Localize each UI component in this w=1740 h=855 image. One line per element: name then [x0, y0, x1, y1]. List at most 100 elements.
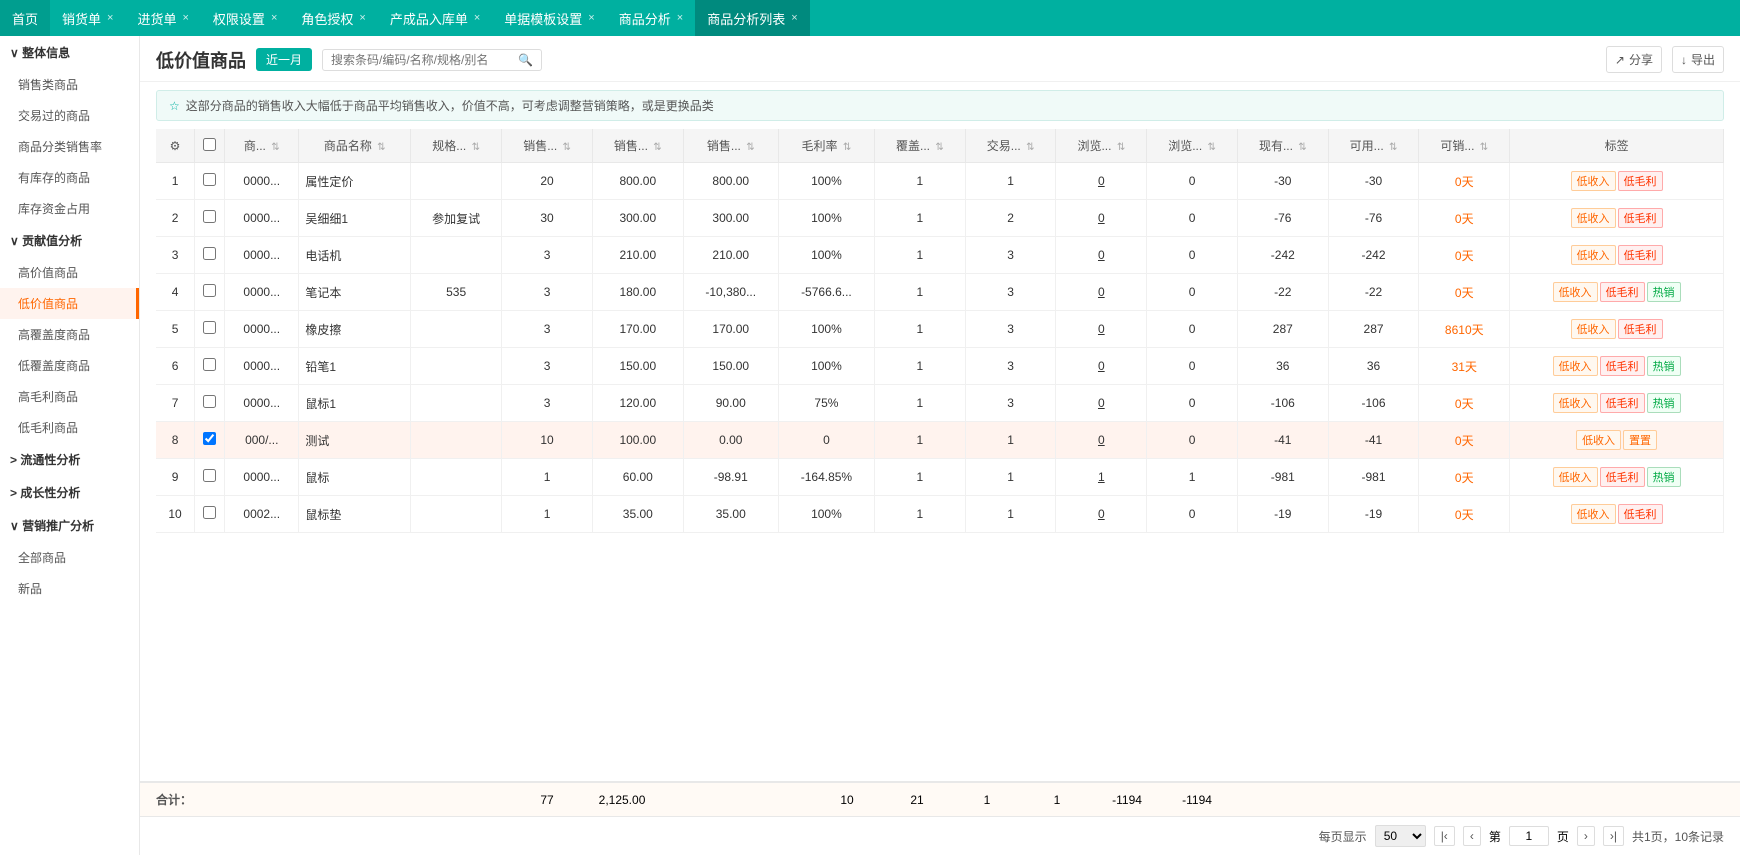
- sidebar-item[interactable]: 高毛利商品: [0, 381, 139, 412]
- sidebar-group-header[interactable]: ∨ 营销推广分析: [0, 509, 139, 542]
- col-sales-amt: 销售... ⇅: [592, 129, 683, 163]
- nav-item[interactable]: 商品分析列表×: [695, 0, 809, 36]
- nav-close-icon[interactable]: ×: [677, 12, 683, 24]
- chevron-icon: ∨: [10, 46, 19, 60]
- sidebar-item[interactable]: 低毛利商品: [0, 412, 139, 443]
- nav-close-icon[interactable]: ×: [791, 12, 797, 24]
- row-name: 笔记本: [299, 274, 411, 311]
- sidebar-item[interactable]: 商品分类销售率: [0, 131, 139, 162]
- row-sales-qty: 1: [502, 459, 593, 496]
- row-current: -76: [1237, 200, 1328, 237]
- sidebar-group-header[interactable]: > 流通性分析: [0, 443, 139, 476]
- time-filter-button[interactable]: 近一月: [256, 48, 312, 71]
- tag: 低收入: [1571, 245, 1616, 265]
- search-input[interactable]: [331, 53, 518, 67]
- row-checkbox-cell[interactable]: [195, 163, 225, 200]
- sidebar-item[interactable]: 库存资金占用: [0, 193, 139, 224]
- nav-close-icon[interactable]: ×: [271, 12, 277, 24]
- row-checkbox[interactable]: [203, 284, 216, 297]
- tag: 低收入: [1553, 282, 1598, 302]
- share-button[interactable]: ↗ 分享: [1606, 46, 1662, 73]
- row-checkbox-cell[interactable]: [195, 459, 225, 496]
- nav-close-icon[interactable]: ×: [359, 12, 365, 24]
- export-button[interactable]: ↓ 导出: [1672, 46, 1724, 73]
- row-checkbox[interactable]: [203, 173, 216, 186]
- row-checkbox[interactable]: [203, 321, 216, 334]
- page-number-input[interactable]: [1509, 826, 1549, 846]
- select-all-checkbox[interactable]: [203, 138, 216, 151]
- sidebar-item[interactable]: 有库存的商品: [0, 162, 139, 193]
- row-checkbox-cell[interactable]: [195, 496, 225, 533]
- nav-close-icon[interactable]: ×: [588, 12, 594, 24]
- sidebar-item[interactable]: 低覆盖度商品: [0, 350, 139, 381]
- row-tags: 低收入低毛利: [1510, 163, 1724, 200]
- nav-item[interactable]: 首页: [0, 0, 50, 36]
- sidebar-item[interactable]: 高价值商品: [0, 257, 139, 288]
- row-trade: 1: [965, 163, 1056, 200]
- nav-item[interactable]: 单据模板设置×: [492, 0, 606, 36]
- row-checkbox[interactable]: [203, 469, 216, 482]
- nav-close-icon[interactable]: ×: [474, 12, 480, 24]
- sidebar-group-header[interactable]: ∨ 整体信息: [0, 36, 139, 69]
- first-page-button[interactable]: |‹: [1434, 826, 1455, 846]
- nav-item[interactable]: 销货单×: [50, 0, 125, 36]
- sidebar-group-header[interactable]: ∨ 贡献值分析: [0, 224, 139, 257]
- nav-item[interactable]: 角色授权×: [289, 0, 377, 36]
- sidebar-item[interactable]: 新品: [0, 573, 139, 604]
- sidebar-group-header[interactable]: > 成长性分析: [0, 476, 139, 509]
- nav-item[interactable]: 产成品入库单×: [378, 0, 492, 36]
- page-label: 第: [1489, 828, 1501, 845]
- row-checkbox[interactable]: [203, 247, 216, 260]
- row-gross-rate: 100%: [778, 496, 874, 533]
- row-checkbox[interactable]: [203, 358, 216, 371]
- row-coverage: 1: [875, 385, 966, 422]
- row-checkbox[interactable]: [203, 210, 216, 223]
- table-row: 2 0000... 吴细细1 参加复试 30 300.00 300.00 100…: [156, 200, 1724, 237]
- search-icon[interactable]: 🔍: [518, 53, 533, 67]
- sidebar-item[interactable]: 交易过的商品: [0, 100, 139, 131]
- search-box: 🔍: [322, 49, 542, 71]
- row-checkbox-cell[interactable]: [195, 200, 225, 237]
- tag: 热销: [1647, 467, 1681, 487]
- prev-page-button[interactable]: ‹: [1463, 826, 1481, 846]
- row-checkbox[interactable]: [203, 395, 216, 408]
- sidebar-item[interactable]: 低价值商品: [0, 288, 139, 319]
- row-checkbox-cell[interactable]: [195, 385, 225, 422]
- row-checkbox-cell[interactable]: [195, 422, 225, 459]
- row-index: 2: [156, 200, 195, 237]
- nav-item[interactable]: 进货单×: [125, 0, 200, 36]
- nav-close-icon[interactable]: ×: [182, 12, 188, 24]
- tag: 低毛利: [1618, 171, 1663, 191]
- row-name: 属性定价: [299, 163, 411, 200]
- col-gear[interactable]: ⚙: [156, 129, 195, 163]
- row-name: 测试: [299, 422, 411, 459]
- row-code: 0000...: [225, 385, 299, 422]
- row-spec: 535: [411, 274, 502, 311]
- sidebar-item[interactable]: 高覆盖度商品: [0, 319, 139, 350]
- row-checkbox[interactable]: [203, 432, 216, 445]
- sidebar-item[interactable]: 全部商品: [0, 542, 139, 573]
- nav-item[interactable]: 权限设置×: [201, 0, 289, 36]
- table-footer: 合计： 77 2,125.00 10 21 1 1 -1194 -1194: [140, 781, 1740, 816]
- last-page-button[interactable]: ›|: [1603, 826, 1624, 846]
- share-icon: ↗: [1615, 53, 1625, 67]
- row-checkbox-cell[interactable]: [195, 311, 225, 348]
- row-checkbox-cell[interactable]: [195, 274, 225, 311]
- chevron-icon: >: [10, 486, 17, 500]
- row-tags: 低收入低毛利热销: [1510, 348, 1724, 385]
- row-name: 鼠标: [299, 459, 411, 496]
- nav-close-icon[interactable]: ×: [107, 12, 113, 24]
- row-saleable: 0天: [1419, 163, 1510, 200]
- page-size-select[interactable]: 50 20 100: [1375, 825, 1426, 847]
- gear-icon[interactable]: ⚙: [170, 139, 181, 153]
- row-checkbox-cell[interactable]: [195, 348, 225, 385]
- nav-item[interactable]: 商品分析×: [607, 0, 695, 36]
- row-gross-rate: 75%: [778, 385, 874, 422]
- row-sales-amt: 150.00: [592, 348, 683, 385]
- row-checkbox-cell[interactable]: [195, 237, 225, 274]
- sidebar-item[interactable]: 销售类商品: [0, 69, 139, 100]
- row-checkbox[interactable]: [203, 506, 216, 519]
- row-current: 36: [1237, 348, 1328, 385]
- chevron-icon: ∨: [10, 519, 19, 533]
- next-page-button[interactable]: ›: [1577, 826, 1595, 846]
